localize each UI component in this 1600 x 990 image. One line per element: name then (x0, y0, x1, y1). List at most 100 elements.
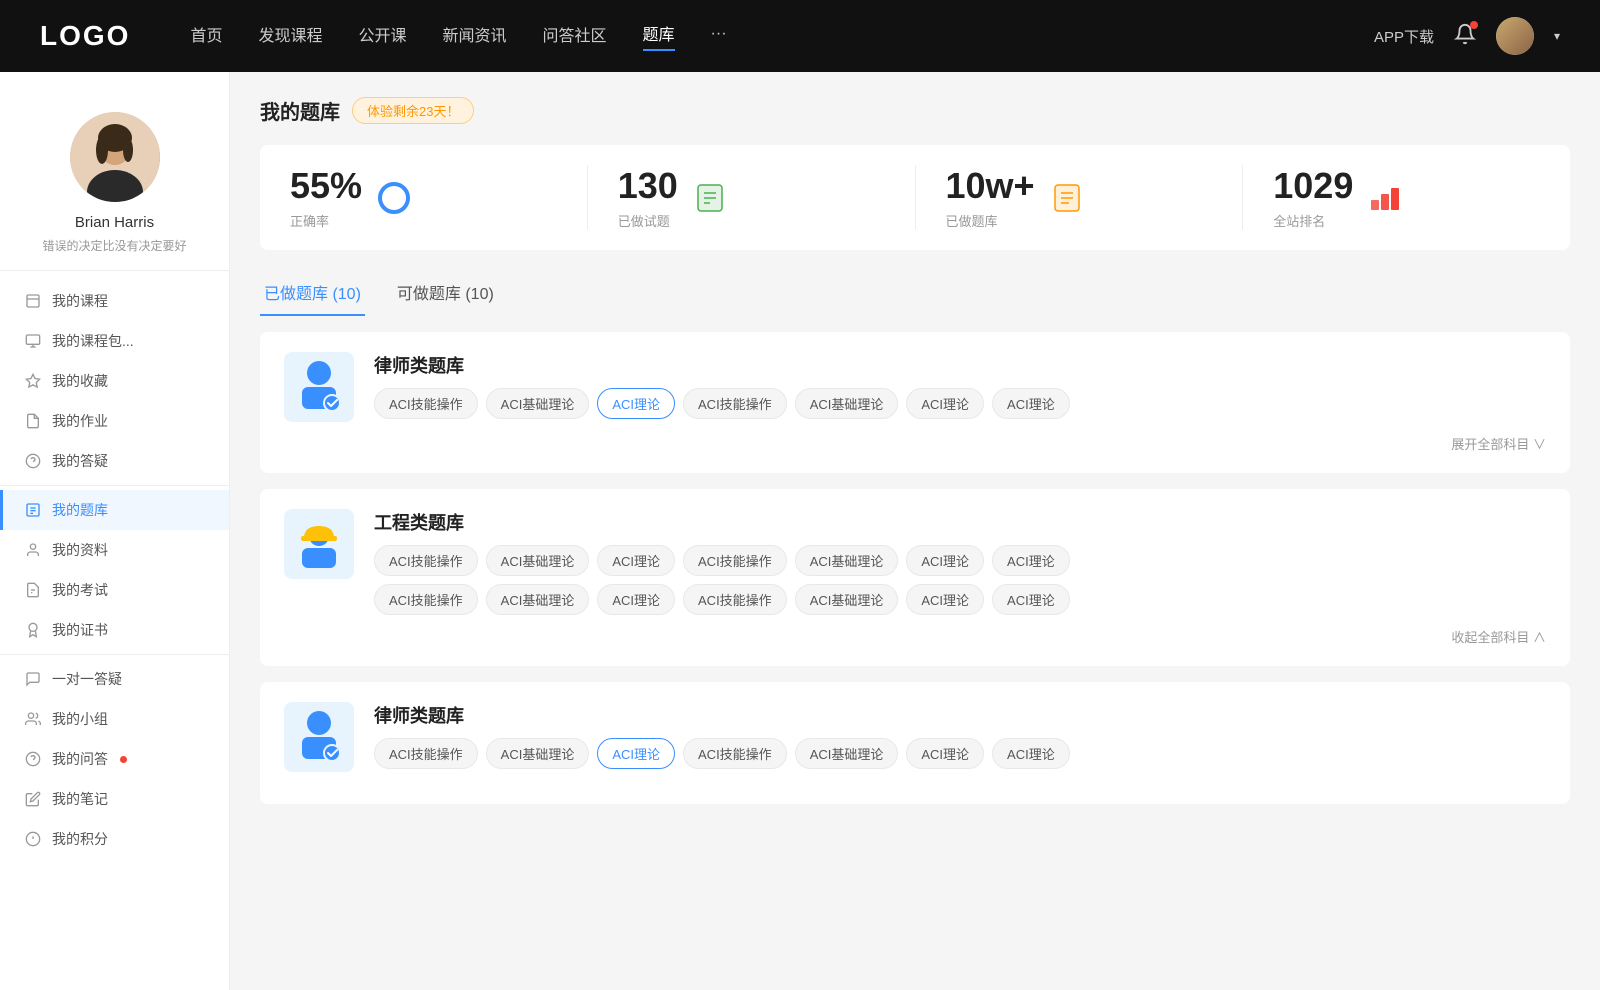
app-download[interactable]: APP下载 (1374, 26, 1434, 47)
tag-item[interactable]: ACI理论 (992, 584, 1070, 615)
qbank-tags: ACI技能操作 ACI基础理论 ACI理论 ACI技能操作 ACI基础理论 AC… (374, 388, 1546, 419)
expand-button[interactable]: 展开全部科目 ∨ (284, 434, 1546, 453)
unread-dot (120, 756, 127, 763)
sidebar-item-label: 我的问答 (52, 749, 108, 769)
stat-number-accuracy: 55% 正确率 (290, 165, 362, 230)
sidebar-item-points[interactable]: 我的积分 (0, 819, 229, 859)
chat-icon (24, 670, 42, 688)
tab-done-banks[interactable]: 已做题库 (10) (260, 270, 365, 316)
profile-name: Brian Harris (75, 214, 154, 231)
sidebar-item-my-courses[interactable]: 我的课程 (0, 281, 229, 321)
engineer-icon (284, 509, 354, 579)
nav-item-qa[interactable]: 问答社区 (543, 22, 607, 50)
tag-item[interactable]: ACI基础理论 (795, 738, 899, 769)
trial-badge: 体验剩余23天！ (352, 97, 474, 124)
sidebar-item-exams[interactable]: 我的考试 (0, 570, 229, 610)
tag-item[interactable]: ACI理论 (906, 584, 984, 615)
rank-icon (1365, 178, 1405, 218)
tag-item[interactable]: ACI理论 (906, 545, 984, 576)
tag-item[interactable]: ACI理论 (992, 738, 1070, 769)
sidebar-item-label: 我的收藏 (52, 371, 108, 391)
nav-item-qbank[interactable]: 题库 (643, 21, 675, 51)
homework-icon (24, 412, 42, 430)
tag-item[interactable]: ACI理论 (597, 545, 675, 576)
exam-icon (24, 581, 42, 599)
tag-item[interactable]: ACI基础理论 (795, 584, 899, 615)
stats-bar: 55% 正确率 130 已做试题 (260, 145, 1570, 250)
tab-available-banks[interactable]: 可做题库 (10) (393, 270, 498, 316)
qbank-tags-row2: ACI技能操作 ACI基础理论 ACI理论 ACI技能操作 ACI基础理论 AC… (374, 584, 1546, 615)
nav-right: APP下载 ▾ (1374, 17, 1560, 55)
sidebar-item-homework[interactable]: 我的作业 (0, 401, 229, 441)
tag-item[interactable]: ACI基础理论 (486, 584, 590, 615)
tag-item[interactable]: ACI基础理论 (486, 545, 590, 576)
page-layout: Brian Harris 错误的决定比没有决定要好 我的课程 我的课程包... (0, 72, 1600, 990)
sidebar-item-profile[interactable]: 我的资料 (0, 530, 229, 570)
banks-icon (1047, 178, 1087, 218)
page-header: 我的题库 体验剩余23天！ (260, 96, 1570, 125)
nav-item-news[interactable]: 新闻资讯 (443, 22, 507, 50)
sidebar-item-1on1[interactable]: 一对一答疑 (0, 659, 229, 699)
sidebar-item-label: 我的积分 (52, 829, 108, 849)
courses-icon (24, 292, 42, 310)
question2-icon (24, 750, 42, 768)
avatar (70, 112, 160, 202)
tag-item[interactable]: ACI基础理论 (795, 545, 899, 576)
sidebar-item-course-package[interactable]: 我的课程包... (0, 321, 229, 361)
tag-item[interactable]: ACI基础理论 (486, 388, 590, 419)
stat-rank: 1029 全站排名 (1243, 165, 1570, 230)
separator (0, 654, 229, 655)
tag-item[interactable]: ACI技能操作 (374, 545, 478, 576)
tag-item[interactable]: ACI技能操作 (374, 738, 478, 769)
qbank-header: 工程类题库 ACI技能操作 ACI基础理论 ACI理论 ACI技能操作 ACI基… (284, 509, 1546, 615)
profile-section: Brian Harris 错误的决定比没有决定要好 (0, 92, 229, 271)
tag-item[interactable]: ACI技能操作 (374, 388, 478, 419)
tag-item[interactable]: ACI技能操作 (683, 388, 787, 419)
sidebar-item-qbank[interactable]: 我的题库 (0, 490, 229, 530)
questions-icon (690, 178, 730, 218)
nav-item-home[interactable]: 首页 (190, 22, 222, 50)
sidebar-item-label: 我的课程 (52, 291, 108, 311)
tag-item[interactable]: ACI理论 (992, 545, 1070, 576)
tag-item-active[interactable]: ACI理论 (597, 738, 675, 769)
tag-item[interactable]: ACI理论 (597, 584, 675, 615)
tag-item[interactable]: ACI基础理论 (486, 738, 590, 769)
sidebar-item-certificate[interactable]: 我的证书 (0, 610, 229, 650)
stat-accuracy: 55% 正确率 (260, 165, 588, 230)
tag-item[interactable]: ACI技能操作 (683, 545, 787, 576)
points-icon (24, 830, 42, 848)
sidebar-item-label: 我的证书 (52, 620, 108, 640)
qbank-tags: ACI技能操作 ACI基础理论 ACI理论 ACI技能操作 ACI基础理论 AC… (374, 738, 1546, 769)
stat-done-banks: 10w+ 已做题库 (916, 165, 1244, 230)
avatar-image (1496, 17, 1534, 55)
tag-item[interactable]: ACI理论 (906, 738, 984, 769)
sidebar-item-notes[interactable]: 我的笔记 (0, 779, 229, 819)
nav-item-courses[interactable]: 发现课程 (258, 22, 322, 50)
user-menu-chevron[interactable]: ▾ (1554, 29, 1560, 43)
sidebar-item-label: 我的答疑 (52, 451, 108, 471)
profile-motto: 错误的决定比没有决定要好 (42, 237, 186, 254)
tag-item[interactable]: ACI理论 (906, 388, 984, 419)
collapse-button[interactable]: 收起全部科目 ∧ (284, 627, 1546, 646)
separator (0, 485, 229, 486)
qbank-header: 律师类题库 ACI技能操作 ACI基础理论 ACI理论 ACI技能操作 ACI基… (284, 352, 1546, 422)
sidebar-item-my-qa[interactable]: 我的答疑 (0, 441, 229, 481)
user-avatar[interactable] (1496, 17, 1534, 55)
tag-item[interactable]: ACI技能操作 (683, 584, 787, 615)
sidebar-item-label: 我的作业 (52, 411, 108, 431)
tag-item[interactable]: ACI技能操作 (374, 584, 478, 615)
notification-bell[interactable] (1454, 23, 1476, 50)
nav-item-open[interactable]: 公开课 (358, 22, 406, 50)
sidebar-item-groups[interactable]: 我的小组 (0, 699, 229, 739)
sidebar-item-favorites[interactable]: 我的收藏 (0, 361, 229, 401)
nav-item-more[interactable]: ··· (711, 25, 727, 47)
sidebar-item-label: 我的题库 (52, 500, 108, 520)
qbank-card-lawyer-1: 律师类题库 ACI技能操作 ACI基础理论 ACI理论 ACI技能操作 ACI基… (260, 332, 1570, 473)
tag-item[interactable]: ACI技能操作 (683, 738, 787, 769)
tag-item-active[interactable]: ACI理论 (597, 388, 675, 419)
sidebar-item-my-questions[interactable]: 我的问答 (0, 739, 229, 779)
tag-item[interactable]: ACI基础理论 (795, 388, 899, 419)
tag-item[interactable]: ACI理论 (992, 388, 1070, 419)
sidebar-item-label: 我的课程包... (52, 331, 134, 351)
qbank-tags: ACI技能操作 ACI基础理论 ACI理论 ACI技能操作 ACI基础理论 AC… (374, 545, 1546, 576)
